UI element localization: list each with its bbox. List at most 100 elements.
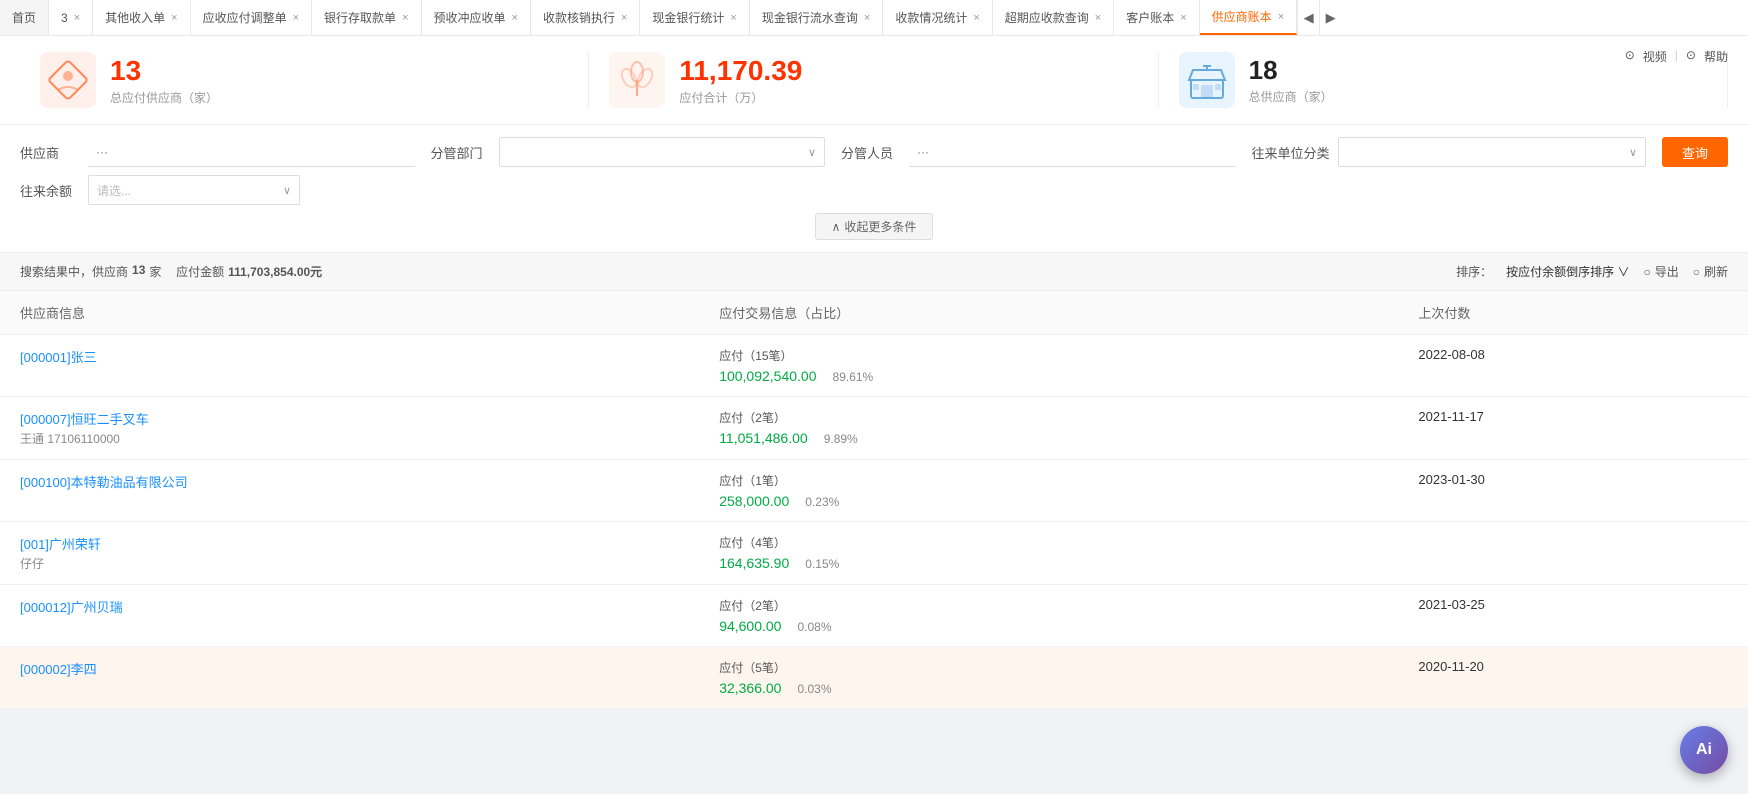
video-link[interactable]: 视频 <box>1643 48 1667 65</box>
supplier-table: 供应商信息 应付交易信息（占比） 上次付数 [000001]张三应付（15笔）1… <box>0 291 1748 709</box>
payable-count: 应付（4笔） <box>719 534 1378 551</box>
payable-amount[interactable]: 32,366.00 <box>719 680 781 696</box>
nav-tab-overdue[interactable]: 超期应收款查询 × <box>993 0 1114 35</box>
payable-row: 11,051,486.009.89% <box>719 430 1378 446</box>
col-payable-info: 应付交易信息（占比） <box>699 291 1398 335</box>
result-amount-value: 111,703,854.00元 <box>228 263 322 280</box>
nav-next-arrow[interactable]: ▶ <box>1319 0 1341 35</box>
supplier-cell: [000007]恒旺二手叉车王通 17106110000 <box>0 397 699 460</box>
table-row: [000001]张三应付（15笔）100,092,540.0089.61%202… <box>0 335 1748 397</box>
refresh-label: 刷新 <box>1704 263 1728 280</box>
sort-select[interactable]: 按应付余额倒序排序 ∨ <box>1506 263 1629 280</box>
payable-cell: 应付（2笔）94,600.000.08% <box>699 585 1398 647</box>
close-icon[interactable]: × <box>973 12 979 24</box>
nav-tab-home[interactable]: 首页 <box>0 0 49 35</box>
payable-total-label: 应付合计（万） <box>679 89 802 106</box>
supplier-link[interactable]: [000001]张三 <box>20 350 97 365</box>
payable-amount[interactable]: 94,600.00 <box>719 618 781 634</box>
payable-amount[interactable]: 100,092,540.00 <box>719 368 816 384</box>
close-icon[interactable]: × <box>293 12 299 24</box>
supplier-sub-info: 王通 17106110000 <box>20 430 679 447</box>
person-input[interactable] <box>909 137 1236 167</box>
nav-tab-3[interactable]: 3 × <box>49 0 93 35</box>
supplier-cell: [000012]广州贝瑞 <box>0 585 699 647</box>
close-icon[interactable]: × <box>512 12 518 24</box>
payable-count: 应付（5笔） <box>719 659 1378 676</box>
payable-total-info: 11,170.39 应付合计（万） <box>679 54 802 107</box>
result-bar: 搜索结果中，供应商 13 家 应付金额 111,703,854.00元 排序： … <box>0 253 1748 291</box>
last-payment-cell: 2021-03-25 <box>1398 585 1748 647</box>
nav-tab-supplier-ledger[interactable]: 供应商账本 × <box>1200 0 1297 35</box>
payable-amount[interactable]: 258,000.00 <box>719 493 789 509</box>
payable-percentage: 0.15% <box>805 557 839 571</box>
nav-prev-arrow[interactable]: ◀ <box>1297 0 1319 35</box>
supplier-link[interactable]: [001]广州荣轩 <box>20 537 101 552</box>
collapse-button[interactable]: ∧ 收起更多条件 <box>815 213 934 240</box>
payable-amount[interactable]: 164,635.90 <box>719 555 789 571</box>
payable-row: 32,366.000.03% <box>719 680 1378 696</box>
nav-tab-collection-stat[interactable]: 收款情况统计 × <box>883 0 992 35</box>
filter-row-2: 往来余额 请选... ∨ <box>20 175 1728 205</box>
payable-cell: 应付（1笔）258,000.000.23% <box>699 460 1398 522</box>
close-icon[interactable]: × <box>730 12 736 24</box>
result-supplier-unit: 家 <box>149 263 161 280</box>
nav-tab-other-income[interactable]: 其他收入单 × <box>93 0 190 35</box>
nav-tab-advance-label: 预收冲应收单 <box>434 9 506 26</box>
ai-label: Ai <box>1696 741 1712 759</box>
refresh-button[interactable]: ○ 刷新 <box>1693 263 1728 280</box>
nav-tab-adjustment[interactable]: 应收应付调整单 × <box>191 0 312 35</box>
supplier-filter-label: 供应商 <box>20 143 80 162</box>
payable-count: 应付（15笔） <box>719 347 1378 364</box>
supplier-link[interactable]: [000100]本特勒油品有限公司 <box>20 475 188 490</box>
supplier-link[interactable]: [000002]李四 <box>20 662 97 677</box>
payable-suppliers-count: 13 <box>110 54 218 88</box>
filter-supplier: 供应商 <box>20 137 415 167</box>
collapse-icon: ∧ <box>832 220 841 234</box>
top-right-links: ⊙ 视频 | ⊙ 帮助 <box>1625 48 1728 65</box>
nav-tab-advance[interactable]: 预收冲应收单 × <box>422 0 531 35</box>
close-icon[interactable]: × <box>621 12 627 24</box>
nav-tab-bank[interactable]: 银行存取款单 × <box>312 0 421 35</box>
nav-tab-cashflow[interactable]: 现金银行流水查询 × <box>750 0 883 35</box>
total-suppliers-label: 总供应商（家） <box>1249 88 1333 105</box>
last-payment-cell: 2021-11-17 <box>1398 397 1748 460</box>
chevron-down-icon: ∨ <box>283 184 291 197</box>
refresh-icon: ○ <box>1693 265 1700 279</box>
payable-amount[interactable]: 11,051,486.00 <box>719 430 808 446</box>
video-icon: ⊙ <box>1625 48 1635 65</box>
supplier-input[interactable] <box>88 137 415 167</box>
supplier-table-wrap: 供应商信息 应付交易信息（占比） 上次付数 [000001]张三应付（15笔）1… <box>0 291 1748 709</box>
export-icon: ○ <box>1643 265 1650 279</box>
export-button[interactable]: ○ 导出 <box>1643 263 1678 280</box>
result-supplier-count: 13 <box>132 263 145 280</box>
payable-cell: 应付（15笔）100,092,540.0089.61% <box>699 335 1398 397</box>
balance-select[interactable]: 请选... ∨ <box>88 175 300 205</box>
close-icon[interactable]: × <box>1180 12 1186 24</box>
close-icon[interactable]: × <box>171 12 177 24</box>
close-icon[interactable]: × <box>1095 12 1101 24</box>
close-icon[interactable]: × <box>402 12 408 24</box>
supplier-cell: [000100]本特勒油品有限公司 <box>0 460 699 522</box>
help-link[interactable]: 帮助 <box>1704 48 1728 65</box>
dept-select[interactable]: ∨ <box>499 137 826 167</box>
close-icon[interactable]: × <box>74 12 80 24</box>
balance-placeholder: 请选... <box>97 182 131 199</box>
supplier-link[interactable]: [000012]广州贝瑞 <box>20 600 123 615</box>
supplier-cell: [000002]李四 <box>0 647 699 709</box>
ai-button[interactable]: Ai <box>1680 726 1728 774</box>
close-icon[interactable]: × <box>864 12 870 24</box>
summary-area: 13 总应付供应商（家） 11,170.39 应付合计（万） <box>0 36 1748 125</box>
chevron-down-icon: ∨ <box>1629 146 1637 159</box>
nav-tab-collection[interactable]: 收款核销执行 × <box>531 0 640 35</box>
table-row: [000007]恒旺二手叉车王通 17106110000应付（2笔）11,051… <box>0 397 1748 460</box>
nav-tab-bank-label: 银行存取款单 <box>324 9 396 26</box>
nav-tab-cash-bank[interactable]: 现金银行统计 × <box>640 0 749 35</box>
close-icon[interactable]: × <box>1278 11 1284 23</box>
nav-tab-customer-ledger[interactable]: 客户账本 × <box>1114 0 1199 35</box>
supplier-link[interactable]: [000007]恒旺二手叉车 <box>20 412 149 427</box>
nav-tab-3-label: 3 <box>61 11 68 25</box>
table-row: [000100]本特勒油品有限公司应付（1笔）258,000.000.23%20… <box>0 460 1748 522</box>
help-icon: ⊙ <box>1686 48 1696 65</box>
search-button[interactable]: 查询 <box>1662 137 1728 167</box>
category-select[interactable]: ∨ <box>1338 137 1646 167</box>
